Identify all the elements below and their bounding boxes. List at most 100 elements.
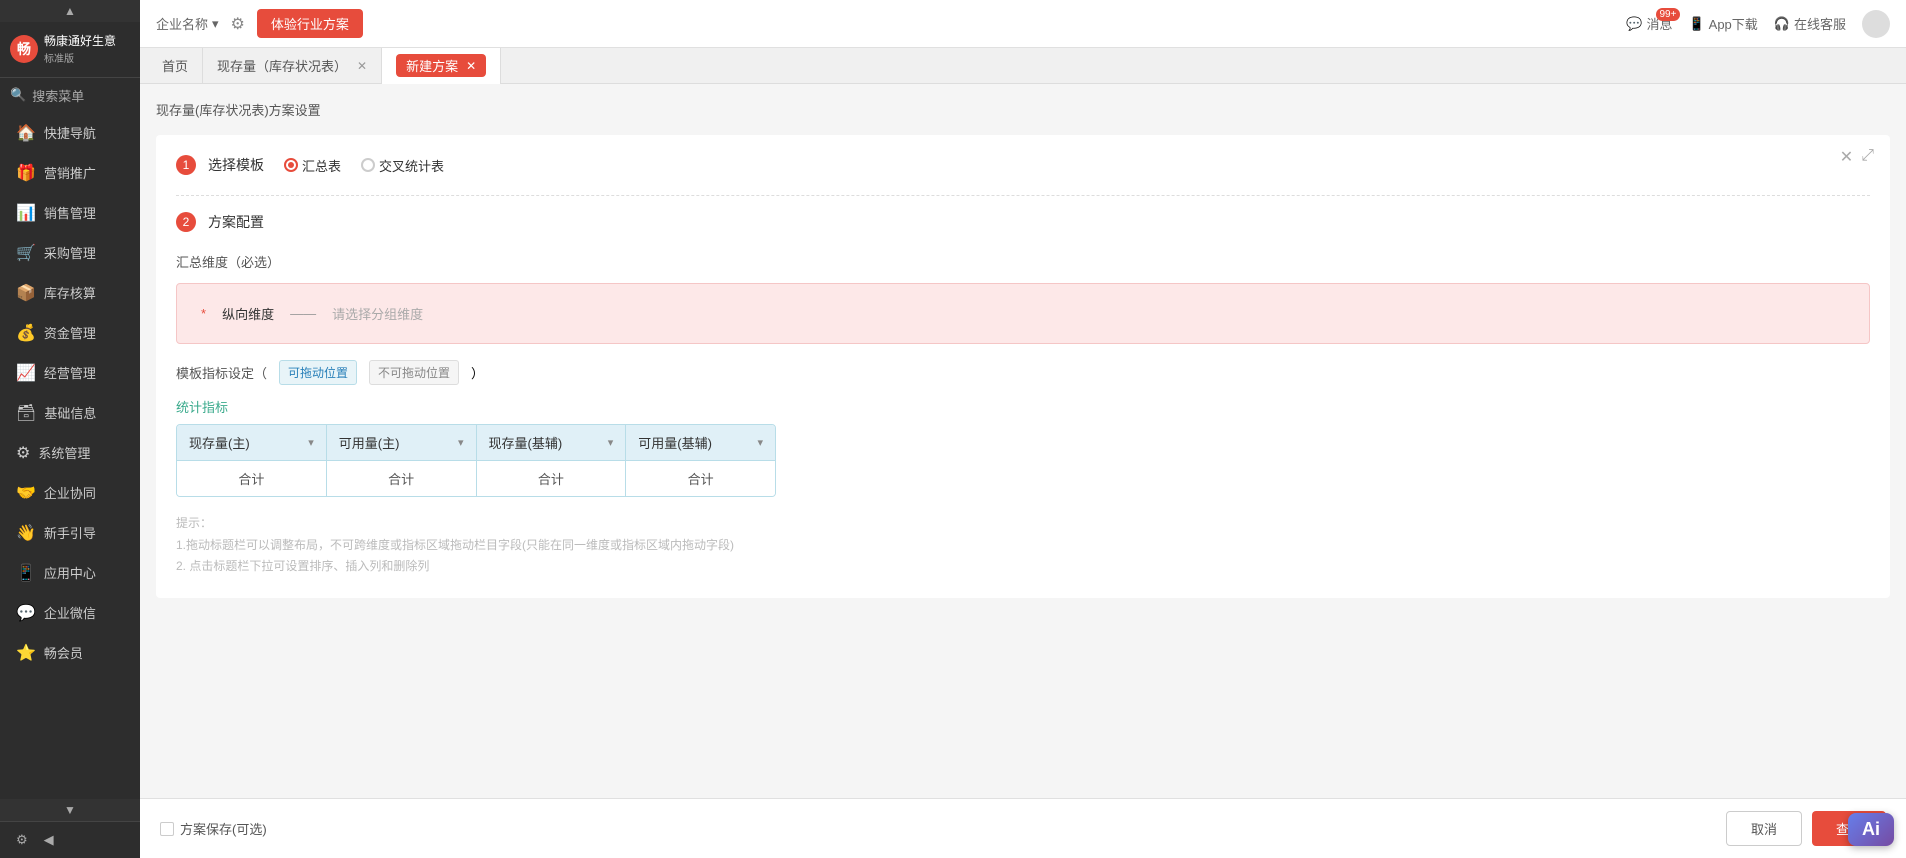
money-icon: 💰	[16, 323, 36, 343]
phone-icon: 📱	[16, 563, 36, 583]
col-header-1[interactable]: 可用量(主) ▾	[327, 425, 477, 460]
col-header-0[interactable]: 现存量(主) ▾	[177, 425, 327, 460]
message-icon: 💬	[1626, 16, 1642, 32]
sidebar-item-newuser[interactable]: 👋 新手引导	[0, 513, 140, 553]
sidebar-item-purchase[interactable]: 🛒 采购管理	[0, 233, 140, 273]
sidebar-item-basic[interactable]: 🗃 基础信息	[0, 393, 140, 433]
search-icon: 🔍	[10, 87, 26, 103]
footer-settings-icon[interactable]: ⚙	[16, 832, 28, 848]
cell-3: 合计	[626, 461, 775, 496]
indicator-settings-row: 模板指标设定（ 可拖动位置 不可拖动位置 ）	[176, 360, 1870, 385]
dimension-box[interactable]: * 纵向维度 —— 请选择分组维度	[176, 283, 1870, 344]
sidebar-item-wechat[interactable]: 💬 企业微信	[0, 593, 140, 633]
content-area: 现存量(库存状况表)方案设置 ✕ ⤢ 1 选择模板 汇总表	[140, 84, 1906, 798]
indicator-table: 现存量(主) ▾ 可用量(主) ▾ 现存量(基辅) ▾ 可用量(基辅)	[176, 424, 776, 497]
cancel-button[interactable]: 取消	[1726, 811, 1802, 846]
online-service-btn[interactable]: 🎧 在线客服	[1774, 14, 1846, 33]
required-mark: *	[201, 306, 206, 321]
bottom-left: 方案保存(可选)	[160, 819, 267, 838]
step1-options: 汇总表 交叉统计表	[284, 156, 444, 175]
sidebar-item-business[interactable]: 📈 经营管理	[0, 353, 140, 393]
sidebar-footer: ⚙ ◀	[0, 821, 140, 858]
gift-icon: 🎁	[16, 163, 36, 183]
close-inventory-tab-icon[interactable]: ✕	[357, 59, 367, 73]
scroll-up-btn[interactable]: ▲	[0, 0, 140, 22]
close-card-icon[interactable]: ✕	[1840, 147, 1853, 167]
tab-new-plan[interactable]: 新建方案 ✕	[382, 48, 501, 84]
close-new-plan-tab-icon[interactable]: ✕	[466, 59, 476, 73]
trial-btn[interactable]: 体验行业方案	[257, 9, 363, 38]
wave-icon: 👋	[16, 523, 36, 543]
gear-icon: ⚙	[16, 443, 30, 463]
step2-row: 2 方案配置	[176, 212, 1870, 232]
expand-card-icon[interactable]: ⤢	[1861, 147, 1874, 167]
company-selector[interactable]: 企业名称 ▾	[156, 14, 219, 33]
user-avatar[interactable]	[1862, 10, 1890, 38]
sidebar-item-coop[interactable]: 🤝 企业协同	[0, 473, 140, 513]
footer-collapse-icon[interactable]: ◀	[44, 832, 54, 848]
sidebar-item-inventory[interactable]: 📦 库存核算	[0, 273, 140, 313]
sidebar-item-marketing[interactable]: 🎁 营销推广	[0, 153, 140, 193]
scroll-down-btn[interactable]: ▼	[0, 799, 140, 821]
non-draggable-badge: 不可拖动位置	[369, 360, 459, 385]
trend-icon: 📈	[16, 363, 36, 383]
dimension-section-title: 汇总维度（必选）	[176, 252, 1870, 271]
database-icon: 🗃	[16, 403, 36, 423]
card-top-icons: ✕ ⤢	[1840, 147, 1874, 167]
config-card: ✕ ⤢ 1 选择模板 汇总表 交叉统计表	[156, 135, 1890, 598]
checkbox-box[interactable]	[160, 822, 174, 836]
radio-cross[interactable]: 交叉统计表	[361, 156, 444, 175]
step1-label: 选择模板	[208, 155, 264, 175]
cell-0: 合计	[177, 461, 327, 496]
step1-num: 1	[176, 155, 196, 175]
radio-summary[interactable]: 汇总表	[284, 156, 341, 175]
sidebar-item-finance[interactable]: 💰 资金管理	[0, 313, 140, 353]
ai-badge[interactable]: Ai	[1848, 813, 1894, 846]
messages-btn[interactable]: 💬 消息 99+	[1626, 14, 1672, 33]
step2-label: 方案配置	[208, 212, 264, 232]
home-icon: 🏠	[16, 123, 36, 143]
company-name: 企业名称	[156, 14, 208, 33]
chevron-icon-2: ▾	[608, 436, 614, 449]
step1-row: 1 选择模板 汇总表 交叉统计表	[176, 155, 1870, 175]
sidebar-item-sales[interactable]: 📊 销售管理	[0, 193, 140, 233]
radio-dot-cross	[361, 158, 375, 172]
search-menu[interactable]: 🔍 搜索菜单	[0, 78, 140, 113]
settings-icon[interactable]: ⚙	[231, 14, 245, 34]
indicator-table-header: 现存量(主) ▾ 可用量(主) ▾ 现存量(基辅) ▾ 可用量(基辅)	[177, 425, 775, 460]
cell-1: 合计	[327, 461, 477, 496]
app-download-btn[interactable]: 📱 App下载	[1688, 14, 1757, 33]
sidebar-nav: 🏠 快捷导航 🎁 营销推广 📊 销售管理 🛒 采购管理 📦 库存核算 💰 资金管…	[0, 113, 140, 799]
handshake-icon: 🤝	[16, 483, 36, 503]
top-bar: 企业名称 ▾ ⚙ 体验行业方案 💬 消息 99+ 📱 App下载 🎧 在线客服	[140, 0, 1906, 48]
chevron-icon-0: ▾	[308, 436, 314, 449]
cart-icon: 🛒	[16, 243, 36, 263]
tab-inventory-status[interactable]: 现存量（库存状况表） ✕	[203, 48, 382, 84]
draggable-badge: 可拖动位置	[279, 360, 357, 385]
sidebar-item-system[interactable]: ⚙ 系统管理	[0, 433, 140, 473]
save-checkbox[interactable]: 方案保存(可选)	[160, 819, 267, 838]
sidebar-item-apps[interactable]: 📱 应用中心	[0, 553, 140, 593]
step2-num: 2	[176, 212, 196, 232]
phone2-icon: 📱	[1688, 16, 1704, 32]
col-header-2[interactable]: 现存量(基辅) ▾	[477, 425, 627, 460]
bottom-bar: 方案保存(可选) 取消 查询	[140, 798, 1906, 858]
tab-home[interactable]: 首页	[148, 48, 203, 84]
divider1	[176, 195, 1870, 196]
stats-label: 统计指标	[176, 397, 1870, 416]
sidebar-item-member[interactable]: ⭐ 畅会员	[0, 633, 140, 673]
sidebar-item-quick-nav[interactable]: 🏠 快捷导航	[0, 113, 140, 153]
page-title: 现存量(库存状况表)方案设置	[156, 100, 1890, 119]
vertical-dim-label: 纵向维度	[222, 304, 274, 323]
sidebar-logo: 畅 畅康通好生意 标准版	[0, 22, 140, 78]
chat-icon: 💬	[16, 603, 36, 623]
indicator-table-body: 合计 合计 合计 合计	[177, 460, 775, 496]
arrow: ——	[290, 306, 316, 321]
logo-text: 畅康通好生意 标准版	[44, 34, 116, 65]
tabs-bar: 首页 现存量（库存状况表） ✕ 新建方案 ✕	[140, 48, 1906, 84]
col-header-3[interactable]: 可用量(基辅) ▾	[626, 425, 775, 460]
sidebar: ▲ 畅 畅康通好生意 标准版 🔍 搜索菜单 🏠 快捷导航 🎁 营销推广 📊 销售…	[0, 0, 140, 858]
headset-icon: 🎧	[1774, 16, 1790, 32]
main-area: 企业名称 ▾ ⚙ 体验行业方案 💬 消息 99+ 📱 App下载 🎧 在线客服	[140, 0, 1906, 858]
top-bar-right: 💬 消息 99+ 📱 App下载 🎧 在线客服	[1626, 10, 1890, 38]
